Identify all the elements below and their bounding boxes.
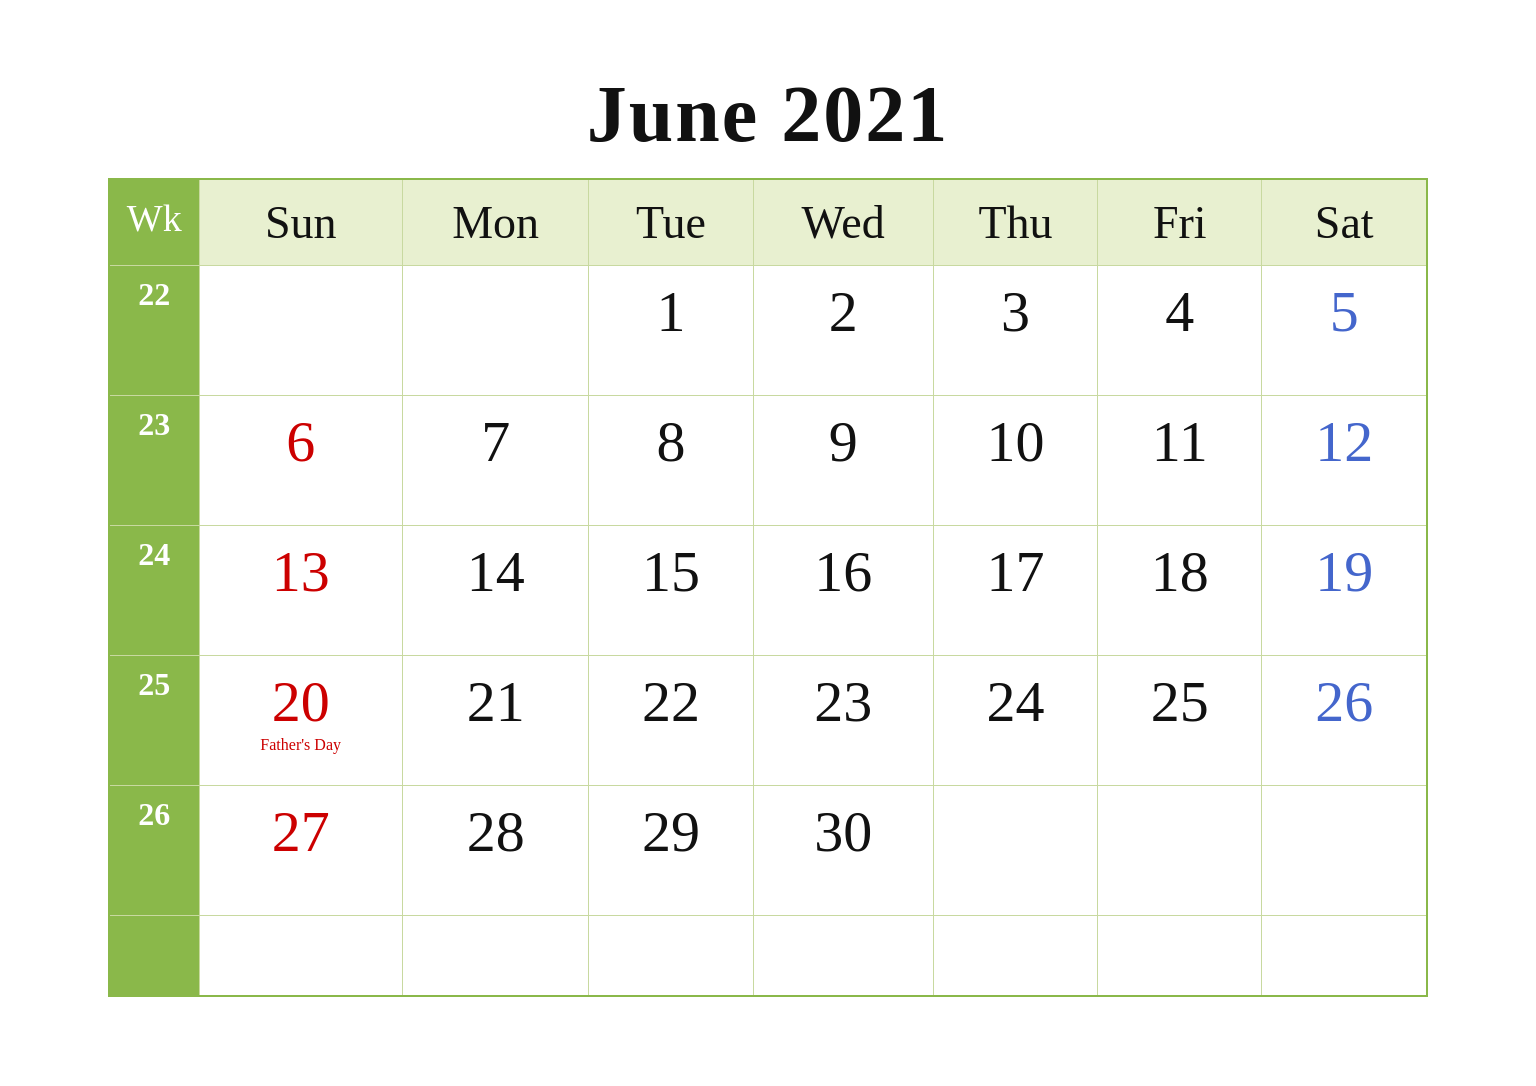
day-number: 26 — [1280, 670, 1408, 734]
day-number: 16 — [772, 540, 915, 604]
day-cell: 29 — [589, 786, 753, 916]
day-cell: 12 — [1262, 396, 1427, 526]
day-number: 30 — [772, 800, 915, 864]
day-cell: 27 — [199, 786, 402, 916]
day-number: 7 — [421, 410, 571, 474]
day-cell: 2 — [753, 266, 933, 396]
day-cell: 9 — [753, 396, 933, 526]
week-number: 22 — [109, 266, 199, 396]
day-number: 19 — [1280, 540, 1408, 604]
day-cell: 11 — [1098, 396, 1262, 526]
empty-day-cell — [753, 916, 933, 996]
day-cell: 13 — [199, 526, 402, 656]
day-number: 23 — [772, 670, 915, 734]
day-number: 24 — [952, 670, 1079, 734]
day-number: 10 — [952, 410, 1079, 474]
day-number: 12 — [1280, 410, 1408, 474]
day-cell — [1098, 786, 1262, 916]
empty-day-cell — [1262, 916, 1427, 996]
extra-wk-cell — [109, 916, 199, 996]
extra-row — [109, 916, 1427, 996]
day-number: 20 — [218, 670, 384, 734]
tue-header: Tue — [589, 179, 753, 266]
day-cell: 5 — [1262, 266, 1427, 396]
day-cell: 23 — [753, 656, 933, 786]
week-number: 23 — [109, 396, 199, 526]
empty-day-cell — [402, 916, 589, 996]
thu-header: Thu — [933, 179, 1097, 266]
header-row: Wk Sun Mon Tue Wed Thu Fri Sat — [109, 179, 1427, 266]
day-event-label: Father's Day — [218, 736, 384, 754]
day-number: 1 — [607, 280, 734, 344]
day-cell: 17 — [933, 526, 1097, 656]
day-number: 25 — [1116, 670, 1243, 734]
week-row: 24 13 14 15 16 17 18 19 — [109, 526, 1427, 656]
day-cell — [199, 266, 402, 396]
day-cell: 4 — [1098, 266, 1262, 396]
day-cell: 28 — [402, 786, 589, 916]
calendar-table: Wk Sun Mon Tue Wed Thu Fri Sat 221234523… — [108, 178, 1428, 997]
day-cell: 1 — [589, 266, 753, 396]
mon-header: Mon — [402, 179, 589, 266]
day-cell: 19 — [1262, 526, 1427, 656]
day-cell: 26 — [1262, 656, 1427, 786]
day-cell — [402, 266, 589, 396]
day-cell: 8 — [589, 396, 753, 526]
fri-header: Fri — [1098, 179, 1262, 266]
day-cell: 22 — [589, 656, 753, 786]
week-row: 25 20 Father's Day 21 22 23 24 25 26 — [109, 656, 1427, 786]
sat-header: Sat — [1262, 179, 1427, 266]
day-cell — [1262, 786, 1427, 916]
day-number: 8 — [607, 410, 734, 474]
day-number: 15 — [607, 540, 734, 604]
day-cell — [933, 786, 1097, 916]
day-number: 6 — [218, 410, 384, 474]
day-cell: 14 — [402, 526, 589, 656]
empty-day-cell — [1098, 916, 1262, 996]
day-number: 27 — [218, 800, 384, 864]
day-cell: 24 — [933, 656, 1097, 786]
day-cell: 6 — [199, 396, 402, 526]
week-number: 26 — [109, 786, 199, 916]
day-cell: 18 — [1098, 526, 1262, 656]
day-number: 21 — [421, 670, 571, 734]
day-number: 4 — [1116, 280, 1243, 344]
day-cell: 20 Father's Day — [199, 656, 402, 786]
week-row: 23 6789 10 11 12 — [109, 396, 1427, 526]
day-cell: 25 — [1098, 656, 1262, 786]
day-number: 2 — [772, 280, 915, 344]
empty-day-cell — [199, 916, 402, 996]
day-cell: 21 — [402, 656, 589, 786]
empty-day-cell — [589, 916, 753, 996]
wed-header: Wed — [753, 179, 933, 266]
day-cell: 10 — [933, 396, 1097, 526]
day-number: 14 — [421, 540, 571, 604]
calendar-title: June 2021 — [108, 69, 1428, 160]
day-number: 18 — [1116, 540, 1243, 604]
day-cell: 30 — [753, 786, 933, 916]
day-number: 22 — [607, 670, 734, 734]
day-cell: 3 — [933, 266, 1097, 396]
sun-header: Sun — [199, 179, 402, 266]
day-number: 3 — [952, 280, 1079, 344]
week-row: 26 27 28 29 30 — [109, 786, 1427, 916]
wk-header: Wk — [109, 179, 199, 266]
day-number: 13 — [218, 540, 384, 604]
day-cell: 7 — [402, 396, 589, 526]
day-number: 29 — [607, 800, 734, 864]
day-cell: 15 — [589, 526, 753, 656]
week-number: 24 — [109, 526, 199, 656]
week-row: 22 12345 — [109, 266, 1427, 396]
day-number: 5 — [1280, 280, 1408, 344]
calendar-body: 221234523678910111224131415161718192520F… — [109, 266, 1427, 996]
day-number: 11 — [1116, 410, 1243, 474]
day-number: 9 — [772, 410, 915, 474]
day-number: 17 — [952, 540, 1079, 604]
empty-day-cell — [933, 916, 1097, 996]
day-cell: 16 — [753, 526, 933, 656]
week-number: 25 — [109, 656, 199, 786]
day-number: 28 — [421, 800, 571, 864]
calendar-container: June 2021 Wk Sun Mon Tue Wed Thu Fri Sat… — [78, 49, 1458, 1037]
